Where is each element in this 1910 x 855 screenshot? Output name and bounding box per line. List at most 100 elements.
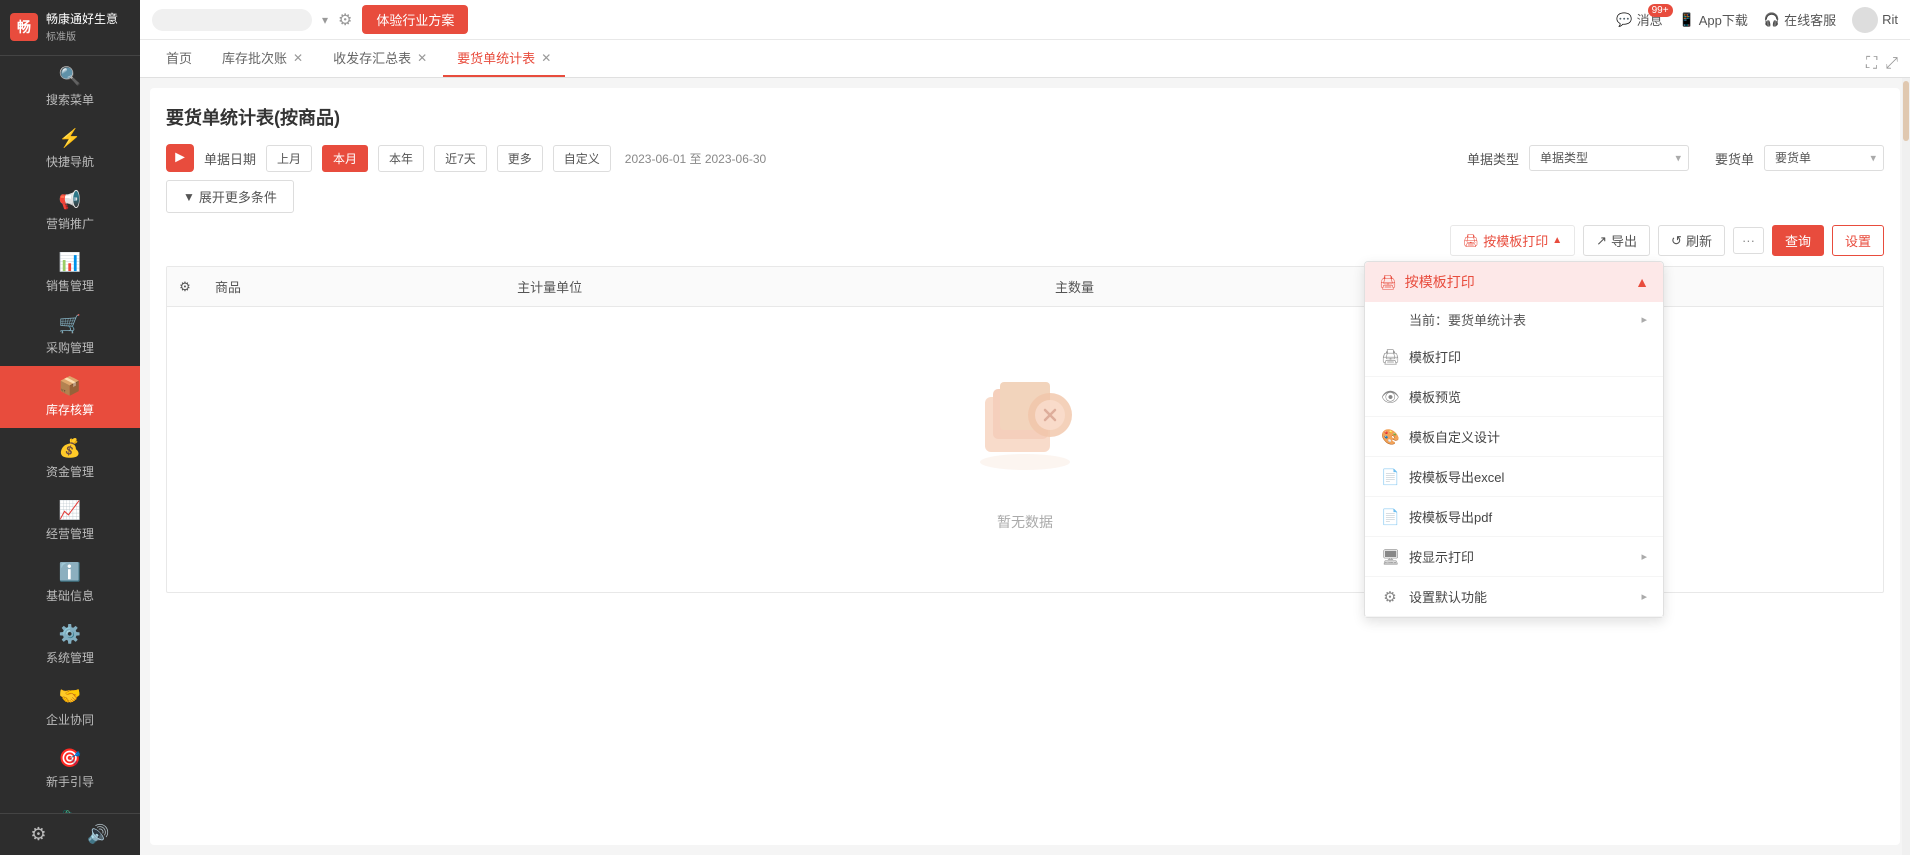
print-export-pdf-item[interactable]: 📄 按模板导出pdf	[1365, 497, 1663, 537]
sidebar-item-label: 资金管理	[46, 463, 94, 480]
print-chevron-icon: ▲	[1552, 235, 1562, 246]
template-design-label: 模板自定义设计	[1409, 427, 1500, 446]
finance-icon: 💰	[59, 438, 81, 459]
tab-batch[interactable]: 库存批次账 ✕	[208, 40, 317, 77]
refresh-icon: ↺	[1671, 233, 1682, 249]
doc-type-select[interactable]: 单据类型	[1529, 145, 1689, 171]
logo-icon: 畅	[10, 13, 38, 41]
download-icon: 📱	[1679, 12, 1695, 28]
sidebar-item-marketing[interactable]: 📢 营销推广	[0, 180, 140, 242]
sidebar-nav: 🔍 搜索菜单 ⚡ 快捷导航 📢 营销推广 📊 销售管理 🛒 采购管理 📦 库存核…	[0, 56, 140, 813]
print-button[interactable]: 🖨 按模板打印 ▲	[1450, 225, 1575, 256]
print-dropdown-close-icon[interactable]: ▲	[1635, 274, 1649, 290]
sidebar-item-newbie[interactable]: 🎯 新手引导	[0, 738, 140, 800]
query-button[interactable]: 查询	[1772, 225, 1824, 256]
sidebar-item-appstore[interactable]: 🛍️ 应用中心	[0, 800, 140, 813]
tab-collection-label: 收发存汇总表	[333, 48, 411, 67]
sidebar-item-operations[interactable]: 📈 经营管理	[0, 490, 140, 552]
tab-demand[interactable]: 要货单统计表 ✕	[443, 40, 565, 77]
print-current-arrow-icon: ▸	[1641, 313, 1647, 326]
tab-demand-close[interactable]: ✕	[541, 51, 551, 65]
filter-expand-button[interactable]: ►	[166, 144, 194, 172]
print-display-print-item[interactable]: 🖥 按显示打印 ▸	[1365, 537, 1663, 577]
more-conditions-row: ▼ 展开更多条件	[166, 180, 1884, 213]
empty-illustration	[965, 367, 1085, 496]
print-dropdown-header[interactable]: 🖨 按模板打印 ▲	[1365, 262, 1663, 302]
print-default-func-item[interactable]: ⚙ 设置默认功能 ▸	[1365, 577, 1663, 617]
sidebar-item-label: 经营管理	[46, 525, 94, 542]
export-button[interactable]: ↗ 导出	[1583, 225, 1650, 256]
search-wrap	[152, 9, 312, 31]
tab-batch-close[interactable]: ✕	[293, 51, 303, 65]
table-header-settings[interactable]: ⚙	[167, 267, 203, 307]
vertical-scrollbar[interactable]	[1902, 78, 1910, 855]
print-template-print-item[interactable]: 🖨 模板打印	[1365, 337, 1663, 377]
topbar-right: 💬 99+ 消息 📱 App下载 🎧 在线客服 Rit	[1616, 7, 1898, 33]
scroll-thumb[interactable]	[1903, 81, 1909, 141]
more-conditions-button[interactable]: ▼ 展开更多条件	[166, 180, 294, 213]
sidebar-item-label: 新手引导	[46, 773, 94, 790]
audio-footer-icon[interactable]: 🔊	[87, 824, 109, 845]
app-logo: 畅 畅康通好生意 标准版	[0, 0, 140, 56]
ellipsis-button[interactable]: ···	[1733, 227, 1764, 254]
date-last7days-btn[interactable]: 近7天	[434, 145, 487, 172]
sidebar-item-finance[interactable]: 💰 资金管理	[0, 428, 140, 490]
sidebar-item-label: 搜索菜单	[46, 91, 94, 108]
print-export-excel-item[interactable]: 📄 按模板导出excel	[1365, 457, 1663, 497]
topbar-chevron-icon[interactable]: ▾	[322, 13, 328, 27]
tab-collection[interactable]: 收发存汇总表 ✕	[319, 40, 441, 77]
tab-expand-icon[interactable]: ⤢	[1885, 55, 1898, 73]
trial-button[interactable]: 体验行业方案	[362, 5, 468, 34]
settings-button[interactable]: 设置	[1832, 225, 1884, 256]
settings-footer-icon[interactable]: ⚙	[30, 824, 46, 845]
sidebar-item-enterprise[interactable]: 🤝 企业协同	[0, 676, 140, 738]
sales-icon: 📊	[59, 252, 81, 273]
refresh-label: 刷新	[1686, 231, 1712, 250]
tab-collection-close[interactable]: ✕	[417, 51, 427, 65]
bell-icon: 💬	[1616, 12, 1632, 28]
print-template-preview-item[interactable]: 👁 模板预览	[1365, 377, 1663, 417]
date-current-month-btn[interactable]: 本月	[322, 145, 368, 172]
sidebar-item-system[interactable]: ⚙️ 系统管理	[0, 614, 140, 676]
date-last-month-btn[interactable]: 上月	[266, 145, 312, 172]
print-current-item[interactable]: 当前：要货单统计表 ▸	[1365, 302, 1663, 337]
search-input[interactable]	[152, 9, 312, 31]
tab-maximize-icon[interactable]: ⛶	[1866, 55, 1877, 73]
tab-batch-label: 库存批次账	[222, 48, 287, 67]
online-service-item[interactable]: 🎧 在线客服	[1764, 10, 1836, 29]
template-preview-icon: 👁	[1381, 388, 1399, 406]
display-print-icon: 🖥	[1381, 548, 1399, 566]
toolbar: 🖨 按模板打印 ▲ ↗ 导出 ↺ 刷新 ··· 查询 设置	[166, 225, 1884, 256]
sidebar-item-sales[interactable]: 📊 销售管理	[0, 242, 140, 304]
sidebar-item-shortcut[interactable]: ⚡ 快捷导航	[0, 118, 140, 180]
sidebar-item-search[interactable]: 🔍 搜索菜单	[0, 56, 140, 118]
default-func-label: 设置默认功能	[1409, 587, 1487, 606]
template-print-icon: 🖨	[1381, 348, 1399, 366]
date-custom-btn[interactable]: 自定义	[553, 145, 611, 172]
print-template-design-item[interactable]: 🎨 模板自定义设计	[1365, 417, 1663, 457]
print-icon: 🖨	[1463, 233, 1480, 249]
user-avatar-item[interactable]: Rit	[1852, 7, 1898, 33]
template-design-icon: 🎨	[1381, 428, 1399, 446]
topbar-gear-icon[interactable]: ⚙	[338, 10, 352, 30]
print-label: 按模板打印	[1483, 231, 1548, 250]
date-more-btn[interactable]: 更多	[497, 145, 543, 172]
tab-home[interactable]: 首页	[152, 40, 206, 77]
print-current-label: 当前：要货单统计表	[1409, 310, 1526, 329]
export-pdf-icon: 📄	[1381, 508, 1399, 526]
date-current-year-btn[interactable]: 本年	[378, 145, 424, 172]
sidebar-item-inventory[interactable]: 📦 库存核算	[0, 366, 140, 428]
notifications-item[interactable]: 💬 99+ 消息	[1616, 10, 1662, 29]
refresh-button[interactable]: ↺ 刷新	[1658, 225, 1725, 256]
demand-col-select[interactable]: 要货单	[1764, 145, 1884, 171]
default-func-icon: ⚙	[1381, 588, 1399, 606]
operations-icon: 📈	[59, 500, 81, 521]
sidebar-item-basic[interactable]: ℹ️ 基础信息	[0, 552, 140, 614]
app-download-item[interactable]: 📱 App下载	[1679, 10, 1748, 29]
online-service-label: 在线客服	[1784, 10, 1836, 29]
sidebar-item-purchase[interactable]: 🛒 采购管理	[0, 304, 140, 366]
shortcut-icon: ⚡	[59, 128, 81, 149]
sidebar-item-label: 系统管理	[46, 649, 94, 666]
column-settings-icon[interactable]: ⚙	[179, 279, 191, 294]
demand-type-label: 要货单	[1715, 149, 1754, 168]
